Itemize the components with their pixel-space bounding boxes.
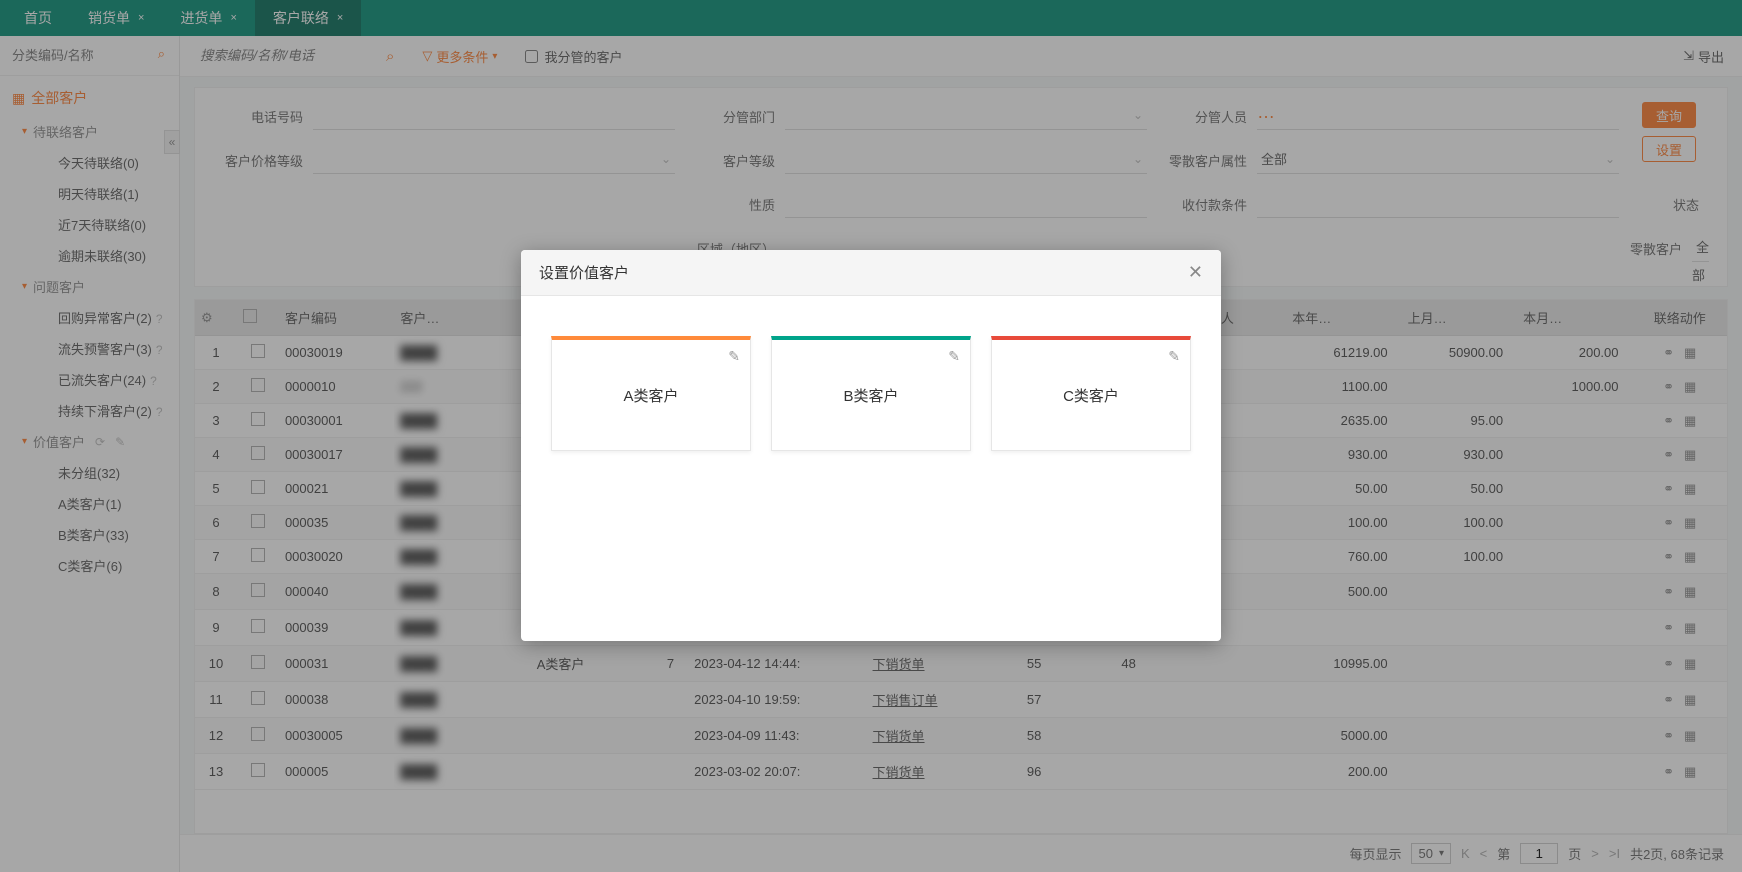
dialog-header: 设置价值客户 ✕	[521, 250, 1221, 296]
edit-icon[interactable]: ✎	[728, 348, 740, 365]
card-label: A类客户	[623, 385, 678, 406]
card-label: B类客户	[843, 385, 898, 406]
card-label: C类客户	[1063, 385, 1119, 406]
value-card[interactable]: ✎ C类客户	[991, 336, 1191, 451]
edit-icon[interactable]: ✎	[1168, 348, 1180, 365]
modal-overlay[interactable]: 设置价值客户 ✕ ✎ A类客户 ✎ B类客户 ✎ C类客户	[0, 0, 1742, 872]
value-card[interactable]: ✎ B类客户	[771, 336, 971, 451]
close-icon[interactable]: ✕	[1188, 262, 1203, 283]
value-customer-dialog: 设置价值客户 ✕ ✎ A类客户 ✎ B类客户 ✎ C类客户	[521, 250, 1221, 641]
dialog-title: 设置价值客户	[539, 262, 629, 283]
dialog-body: ✎ A类客户 ✎ B类客户 ✎ C类客户	[521, 296, 1221, 641]
value-card[interactable]: ✎ A类客户	[551, 336, 751, 451]
edit-icon[interactable]: ✎	[948, 348, 960, 365]
